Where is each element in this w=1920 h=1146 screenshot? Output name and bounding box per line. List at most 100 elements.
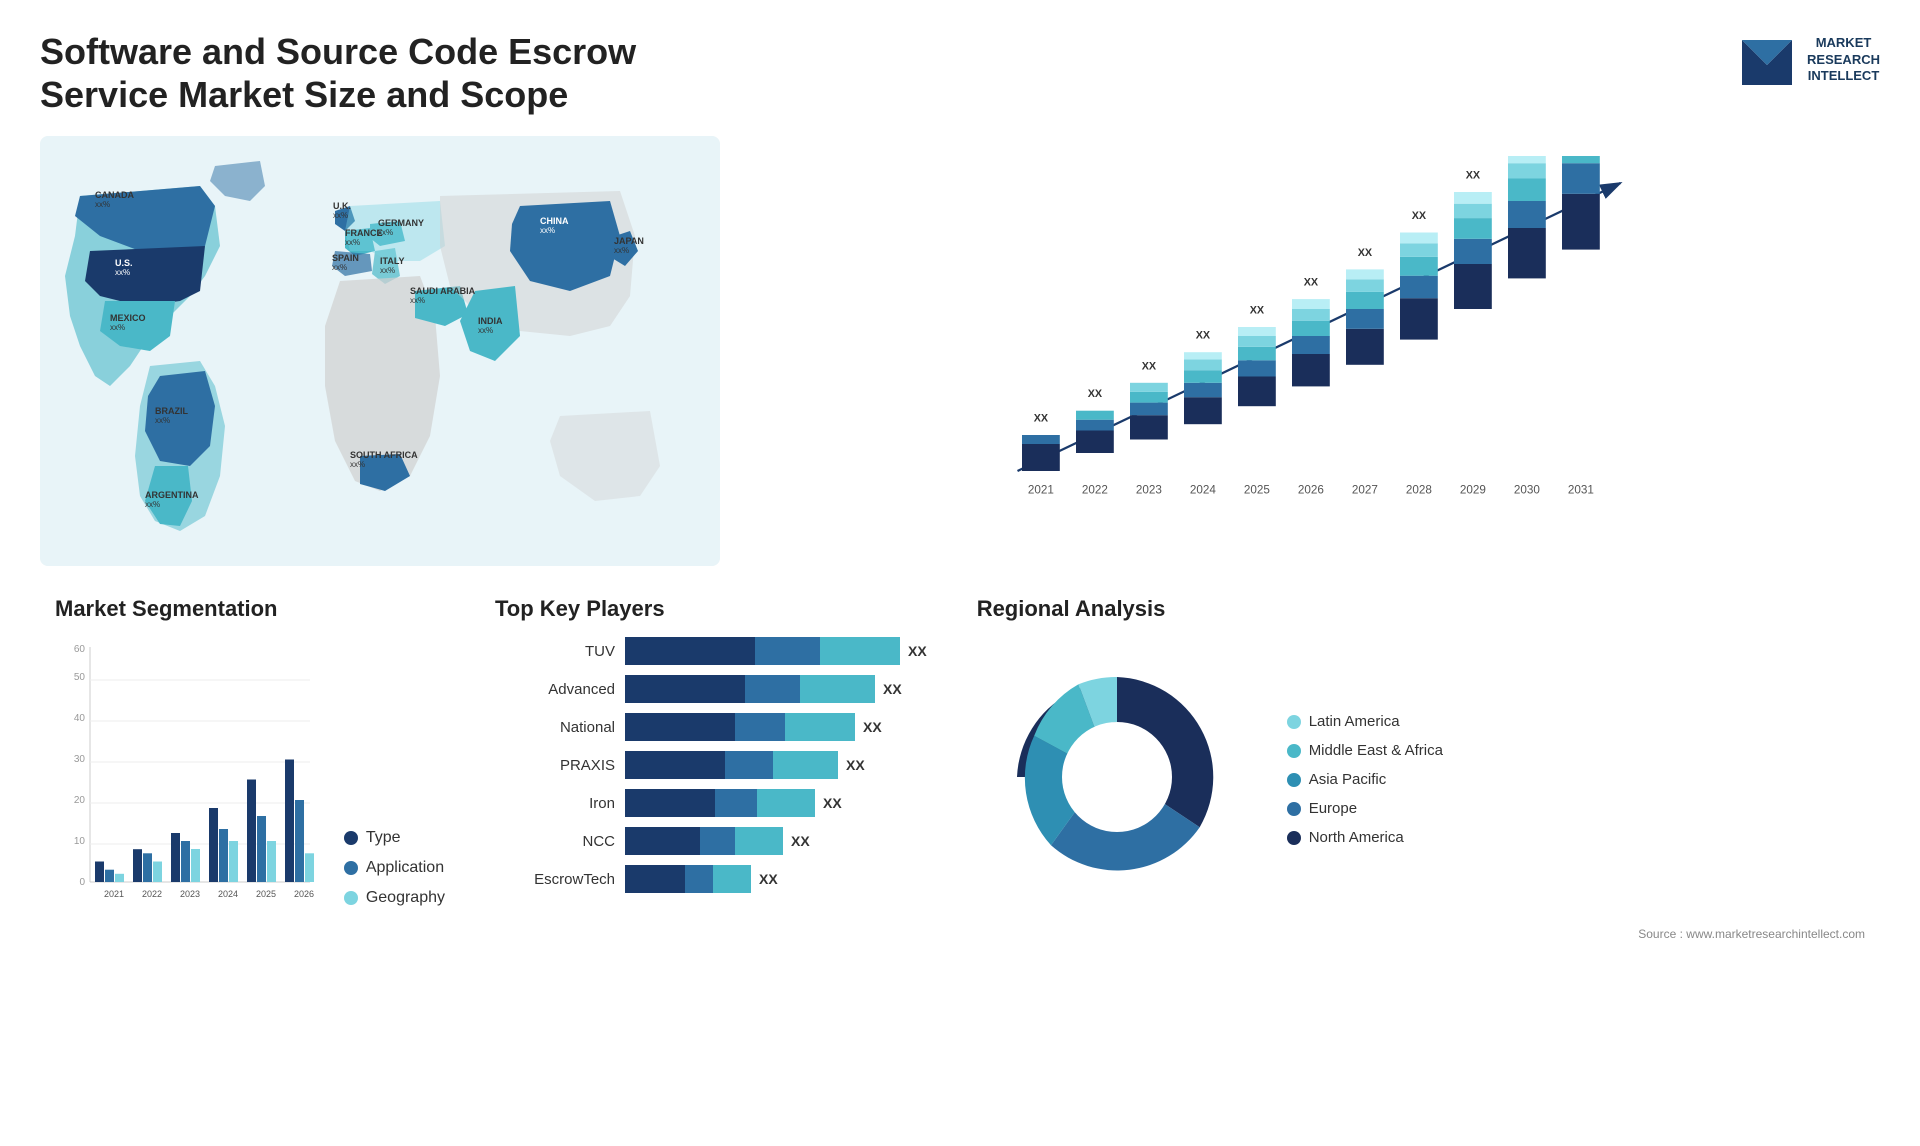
- svg-text:2023: 2023: [180, 889, 200, 899]
- svg-text:JAPAN: JAPAN: [614, 236, 644, 246]
- svg-text:xx%: xx%: [345, 238, 360, 247]
- legend-type-dot: [344, 831, 358, 845]
- player-value: XX: [759, 871, 778, 887]
- player-row: National XX: [495, 713, 927, 741]
- svg-text:2028: 2028: [1406, 484, 1432, 497]
- svg-text:XX: XX: [1358, 247, 1373, 259]
- legend-me-label: Middle East & Africa: [1309, 742, 1443, 759]
- svg-text:xx%: xx%: [380, 266, 395, 275]
- source-text: Source : www.marketresearchintellect.com: [977, 927, 1865, 941]
- page-title: Software and Source Code Escrow Service …: [40, 30, 740, 116]
- player-bar: XX: [625, 675, 927, 703]
- svg-text:SAUDI ARABIA: SAUDI ARABIA: [410, 286, 476, 296]
- bar-mid: [745, 675, 800, 703]
- player-value: XX: [863, 719, 882, 735]
- bar-dark: [625, 865, 685, 893]
- svg-text:XX: XX: [1196, 330, 1211, 342]
- segmentation-section: Market Segmentation 0 10 20 30 40 50: [40, 586, 460, 1116]
- svg-text:2024: 2024: [1190, 484, 1217, 497]
- bar-light: [713, 865, 751, 893]
- legend-middle-east: Middle East & Africa: [1287, 742, 1443, 759]
- player-value: XX: [823, 795, 842, 811]
- segmentation-chart: 0 10 20 30 40 50 60: [55, 637, 324, 937]
- svg-text:SPAIN: SPAIN: [332, 253, 359, 263]
- legend-ap-label: Asia Pacific: [1309, 771, 1387, 788]
- svg-text:xx%: xx%: [110, 323, 125, 332]
- seg-chart-svg: 0 10 20 30 40 50 60: [55, 637, 315, 917]
- donut-area: Latin America Middle East & Africa Asia …: [977, 637, 1865, 922]
- world-map: CANADA xx% U.S. xx% MEXICO xx% BRAZIL xx…: [40, 136, 720, 566]
- svg-text:SOUTH AFRICA: SOUTH AFRICA: [350, 450, 418, 460]
- legend-latin-america: Latin America: [1287, 713, 1443, 730]
- legend-asia-pacific: Asia Pacific: [1287, 771, 1443, 788]
- donut-chart: [977, 637, 1257, 922]
- bottom-section: Market Segmentation 0 10 20 30 40 50: [40, 586, 1880, 1116]
- legend-eu-dot: [1287, 802, 1301, 816]
- svg-text:xx%: xx%: [410, 296, 425, 305]
- segmentation-legend: Type Application Geography: [344, 829, 445, 937]
- svg-text:2021: 2021: [104, 889, 124, 899]
- svg-text:2022: 2022: [1082, 484, 1108, 497]
- svg-text:30: 30: [74, 754, 86, 765]
- brand-logo-icon: [1737, 30, 1797, 90]
- svg-text:xx%: xx%: [145, 500, 160, 509]
- legend-application: Application: [344, 859, 445, 877]
- bar-dark: [625, 675, 745, 703]
- bar-mid: [700, 827, 735, 855]
- svg-text:50: 50: [74, 672, 86, 683]
- bar-dark: [625, 827, 700, 855]
- player-bar: XX: [625, 751, 927, 779]
- bar-dark: [625, 789, 715, 817]
- svg-text:XX: XX: [1412, 210, 1427, 222]
- legend-geography-label: Geography: [366, 889, 445, 907]
- svg-text:xx%: xx%: [350, 460, 365, 469]
- player-name: NCC: [495, 833, 615, 850]
- donut-svg: [977, 637, 1257, 917]
- legend-application-dot: [344, 861, 358, 875]
- player-name: National: [495, 719, 615, 736]
- top-section: CANADA xx% U.S. xx% MEXICO xx% BRAZIL xx…: [40, 136, 1880, 566]
- legend-geography-dot: [344, 891, 358, 905]
- svg-text:U.K.: U.K.: [333, 201, 351, 211]
- bar-chart-svg: XX 2021 XX 2022 XX 2023: [760, 156, 1860, 516]
- players-title: Top Key Players: [495, 596, 927, 622]
- svg-text:xx%: xx%: [115, 268, 130, 277]
- bar-mid: [715, 789, 757, 817]
- svg-text:XX: XX: [1304, 277, 1319, 289]
- regional-title: Regional Analysis: [977, 596, 1865, 622]
- bar-mid: [685, 865, 713, 893]
- player-bar: XX: [625, 865, 927, 893]
- player-name: PRAXIS: [495, 757, 615, 774]
- legend-europe: Europe: [1287, 800, 1443, 817]
- legend-north-america: North America: [1287, 829, 1443, 846]
- svg-text:xx%: xx%: [333, 211, 348, 220]
- legend-la-label: Latin America: [1309, 713, 1400, 730]
- svg-text:INDIA: INDIA: [478, 316, 503, 326]
- bar-light: [773, 751, 838, 779]
- legend-me-dot: [1287, 744, 1301, 758]
- player-name: TUV: [495, 643, 615, 660]
- svg-text:2026: 2026: [1298, 484, 1324, 497]
- bar-light: [757, 789, 815, 817]
- player-name: Iron: [495, 795, 615, 812]
- svg-text:2024: 2024: [218, 889, 238, 899]
- svg-text:xx%: xx%: [332, 263, 347, 272]
- svg-text:ARGENTINA: ARGENTINA: [145, 490, 199, 500]
- svg-text:xx%: xx%: [614, 246, 629, 255]
- player-bar: XX: [625, 789, 927, 817]
- players-section: Top Key Players TUV XX Advanced: [480, 586, 942, 1116]
- svg-text:ITALY: ITALY: [380, 256, 405, 266]
- svg-text:xx%: xx%: [378, 228, 393, 237]
- legend-type: Type: [344, 829, 445, 847]
- bar-light: [785, 713, 855, 741]
- bar-dark: [625, 751, 725, 779]
- legend-geography: Geography: [344, 889, 445, 907]
- bar-light: [820, 637, 900, 665]
- player-name: EscrowTech: [495, 871, 615, 888]
- segmentation-title: Market Segmentation: [55, 596, 445, 622]
- svg-text:20: 20: [74, 795, 86, 806]
- legend-ap-dot: [1287, 773, 1301, 787]
- svg-text:2026: 2026: [294, 889, 314, 899]
- svg-text:2029: 2029: [1460, 484, 1486, 497]
- svg-text:2023: 2023: [1136, 484, 1162, 497]
